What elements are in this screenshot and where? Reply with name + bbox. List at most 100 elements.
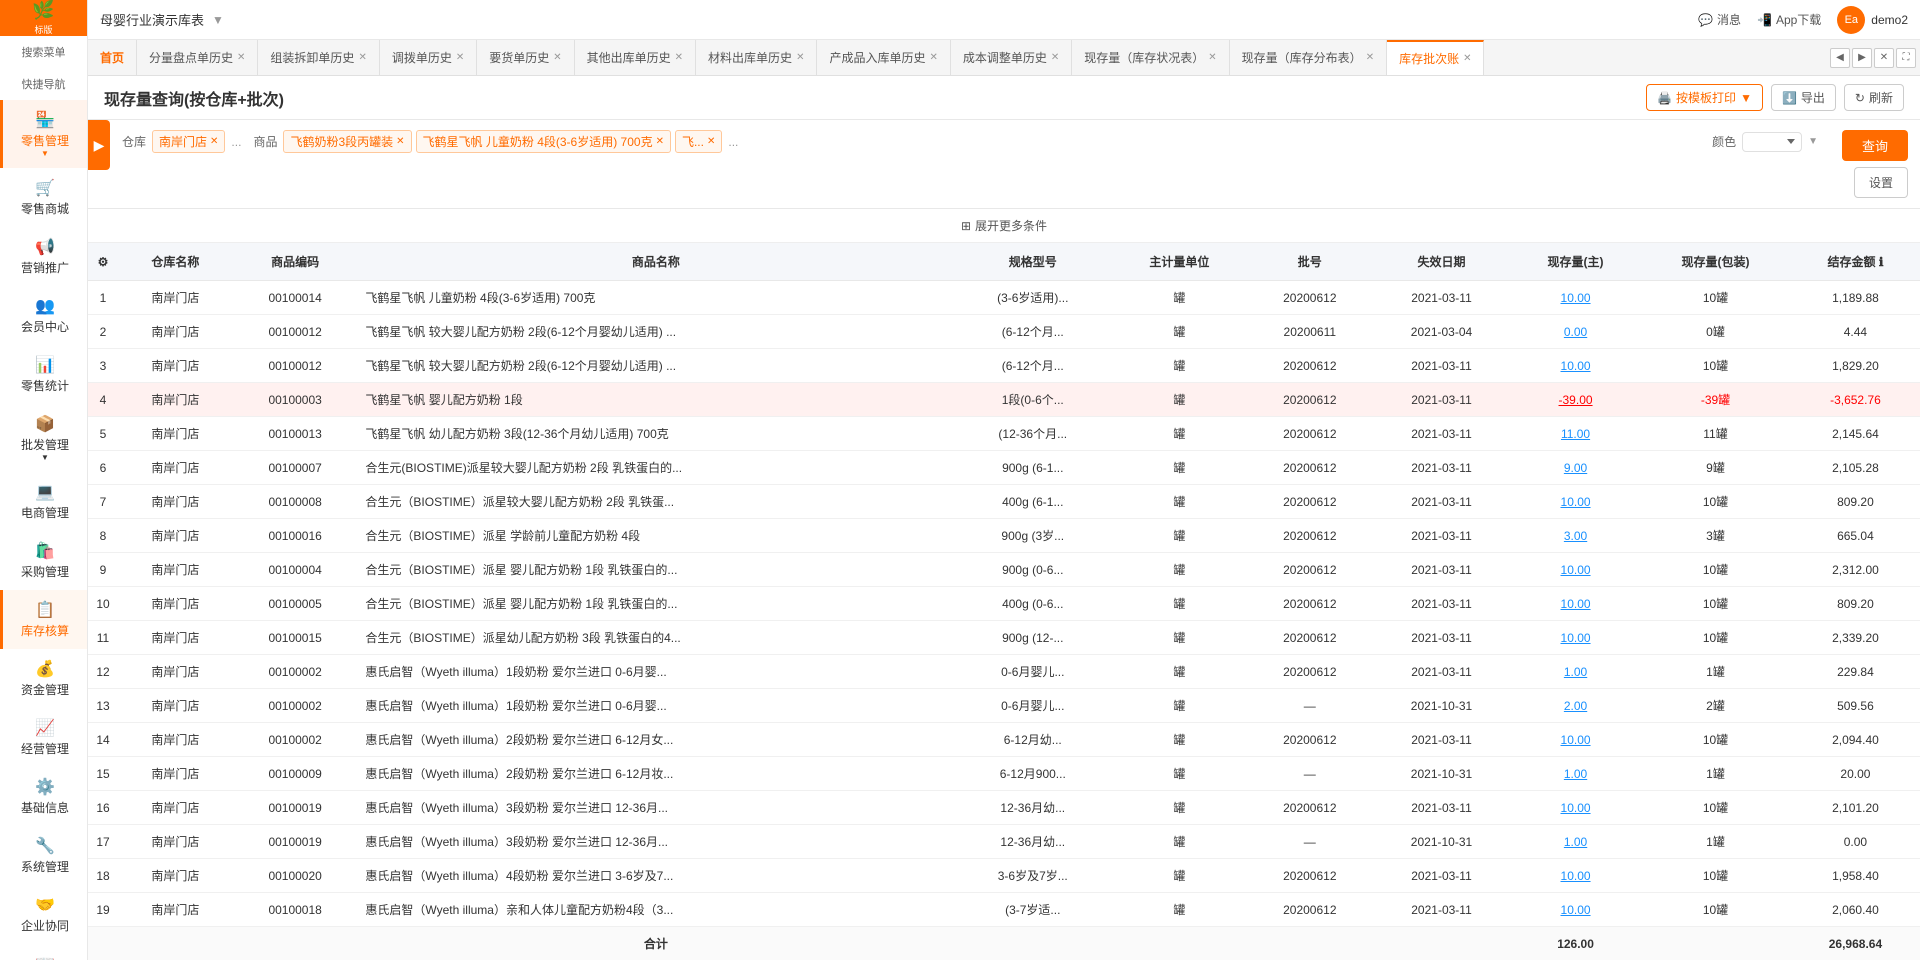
sidebar-item-guide[interactable]: 📖 新手引导 <box>0 944 88 960</box>
expand-more-btn[interactable]: ⊞ 展开更多条件 <box>953 213 1055 238</box>
tab-transfer[interactable]: 调拨单历史 ✕ <box>380 40 477 76</box>
product-tag-2[interactable]: 飞鹤星飞帆 儿童奶粉 4段(3-6岁适用) 700克 ✕ <box>416 130 671 153</box>
print-button[interactable]: 🖨️ 按模板打印 ▼ <box>1646 84 1763 111</box>
topbar-messages[interactable]: 💬 消息 <box>1698 11 1741 28</box>
tab-inventory-count-close[interactable]: ✕ <box>237 52 245 63</box>
tab-product-in[interactable]: 产成品入库单历史 ✕ <box>817 40 950 76</box>
cell-qty-main[interactable]: 3.00 <box>1511 519 1640 553</box>
tab-inventory-count[interactable]: 分量盘点单历史 ✕ <box>137 40 258 76</box>
tab-assemble-close[interactable]: ✕ <box>358 52 366 63</box>
filter-color: 颜色 ▼ <box>1712 132 1818 152</box>
tab-scroll-left[interactable]: ◀ <box>1830 48 1850 68</box>
cell-amount: 2,339.20 <box>1791 621 1920 655</box>
sidebar-item-stats[interactable]: 📊 零售统计 <box>0 345 88 404</box>
sidebar-item-finance[interactable]: 💰 资金管理 <box>0 649 88 708</box>
sidebar-item-ecommerce[interactable]: 💻 电商管理 <box>0 472 88 531</box>
tab-material-out-close[interactable]: ✕ <box>796 52 804 63</box>
product-tag-2-close[interactable]: ✕ <box>656 136 664 147</box>
sidebar-item-label-operation: 经营管理 <box>9 740 82 757</box>
cell-qty-main[interactable]: 10.00 <box>1511 587 1640 621</box>
cell-qty-main[interactable]: 10.00 <box>1511 349 1640 383</box>
tab-stock-status-close[interactable]: ✕ <box>1208 52 1216 63</box>
col-name: 商品名称 <box>357 243 954 281</box>
col-settings[interactable]: ⚙ <box>88 243 118 281</box>
cell-warehouse: 南岸门店 <box>118 655 233 689</box>
cell-amount: 229.84 <box>1791 655 1920 689</box>
product-tag-1[interactable]: 飞鹤奶粉3段丙罐装 ✕ <box>283 130 411 153</box>
cell-unit: 罐 <box>1111 451 1247 485</box>
sidebar-item-operation[interactable]: 📈 经营管理 <box>0 708 88 767</box>
tab-transfer-close[interactable]: ✕ <box>456 52 464 63</box>
sidebar-item-wholesale[interactable]: 📦 批发管理 ▼ <box>0 404 88 472</box>
sidebar-quicknav-item[interactable]: 快捷导航 <box>0 68 88 100</box>
refresh-button[interactable]: ↻ 刷新 <box>1844 84 1904 111</box>
sidebar-item-retail[interactable]: 🏪 零售管理 ▼ <box>0 100 88 168</box>
color-select[interactable] <box>1742 132 1802 152</box>
cell-qty-main[interactable]: 10.00 <box>1511 485 1640 519</box>
filter-expand-btn[interactable]: ▶ <box>88 120 110 170</box>
cell-qty-main[interactable]: 2.00 <box>1511 689 1640 723</box>
cell-qty-main[interactable]: 10.00 <box>1511 621 1640 655</box>
tab-other-out[interactable]: 其他出库单历史 ✕ <box>575 40 696 76</box>
sidebar-item-system[interactable]: 🔧 系统管理 <box>0 826 88 885</box>
tab-maximize[interactable]: ⛶ <box>1896 48 1916 68</box>
table-row: 11南岸门店00100015合生元（BIOSTIME）派星幼儿配方奶粉 3段 乳… <box>88 621 1920 655</box>
tab-stock-dist[interactable]: 现存量（库存分布表） ✕ <box>1230 40 1387 76</box>
tab-close-all[interactable]: ✕ <box>1874 48 1894 68</box>
tab-stock-status[interactable]: 现存量（库存状况表） ✕ <box>1072 40 1229 76</box>
tab-stock-dist-close[interactable]: ✕ <box>1366 52 1374 63</box>
warehouse-tag-close[interactable]: ✕ <box>210 136 218 147</box>
product-more[interactable]: ... <box>728 135 738 149</box>
topbar-app-download[interactable]: 📲 App下载 <box>1757 11 1821 28</box>
cell-expire: 2021-03-11 <box>1372 723 1511 757</box>
tab-cost-adj-close[interactable]: ✕ <box>1051 52 1059 63</box>
tab-other-out-close[interactable]: ✕ <box>675 52 683 63</box>
filter-warehouse: 仓库 南岸门店 ✕ ... <box>122 130 241 153</box>
tab-requisition-close[interactable]: ✕ <box>553 52 561 63</box>
cell-batch: — <box>1248 757 1373 791</box>
tab-batch-ledger[interactable]: 库存批次账 ✕ <box>1387 40 1484 76</box>
sidebar-item-purchase[interactable]: 🛍️ 采购管理 <box>0 531 88 590</box>
cell-qty-main[interactable]: 10.00 <box>1511 859 1640 893</box>
topbar-user[interactable]: Ea demo2 <box>1837 6 1908 34</box>
cell-qty-main[interactable]: 1.00 <box>1511 825 1640 859</box>
cell-qty-main[interactable]: 10.00 <box>1511 723 1640 757</box>
warehouse-tag-1[interactable]: 南岸门店 ✕ <box>152 130 225 153</box>
warehouse-more[interactable]: ... <box>231 135 241 149</box>
tab-cost-adj[interactable]: 成本调整单历史 ✕ <box>951 40 1072 76</box>
tab-transfer-label: 调拨单历史 <box>392 49 452 66</box>
sidebar-item-marketing[interactable]: 📢 营销推广 <box>0 227 88 286</box>
tab-assemble[interactable]: 组装拆卸单历史 ✕ <box>258 40 379 76</box>
cell-qty-main[interactable]: -39.00 <box>1511 383 1640 417</box>
cell-qty-main[interactable]: 10.00 <box>1511 791 1640 825</box>
sidebar-item-inventory[interactable]: 📋 库存核算 <box>0 590 88 649</box>
sidebar-search-item[interactable]: 搜索菜单 <box>0 36 88 68</box>
tab-requisition[interactable]: 要货单历史 ✕ <box>477 40 574 76</box>
cell-qty-main[interactable]: 1.00 <box>1511 655 1640 689</box>
cell-spec: (3-6岁适用)... <box>954 281 1111 315</box>
search-button[interactable]: 查询 <box>1842 130 1908 161</box>
tab-batch-ledger-label: 库存批次账 <box>1399 50 1459 67</box>
cell-qty-main[interactable]: 0.00 <box>1511 315 1640 349</box>
tab-home[interactable]: 首页 <box>88 40 137 76</box>
sidebar-item-basic[interactable]: ⚙️ 基础信息 <box>0 767 88 826</box>
cell-qty-main[interactable]: 10.00 <box>1511 893 1640 927</box>
cell-name: 惠氏启智（Wyeth illuma）4段奶粉 爱尔兰进口 3-6岁及7... <box>357 859 954 893</box>
export-button[interactable]: ⬇️ 导出 <box>1771 84 1836 111</box>
tab-batch-ledger-close[interactable]: ✕ <box>1463 53 1471 64</box>
settings-button[interactable]: 设置 <box>1854 167 1908 198</box>
product-tag-3-close[interactable]: ✕ <box>707 136 715 147</box>
tab-product-in-close[interactable]: ✕ <box>929 52 937 63</box>
cell-qty-main[interactable]: 9.00 <box>1511 451 1640 485</box>
tab-material-out[interactable]: 材料出库单历史 ✕ <box>696 40 817 76</box>
sidebar-item-enterprise[interactable]: 🤝 企业协同 <box>0 885 88 944</box>
product-tag-3[interactable]: 飞... ✕ <box>675 130 722 153</box>
cell-qty-main[interactable]: 10.00 <box>1511 281 1640 315</box>
sidebar-item-member[interactable]: 👥 会员中心 <box>0 286 88 345</box>
cell-qty-main[interactable]: 1.00 <box>1511 757 1640 791</box>
product-tag-1-close[interactable]: ✕ <box>396 136 404 147</box>
cell-qty-main[interactable]: 10.00 <box>1511 553 1640 587</box>
sidebar-item-shop[interactable]: 🛒 零售商城 <box>0 168 88 227</box>
tab-scroll-right[interactable]: ▶ <box>1852 48 1872 68</box>
cell-qty-main[interactable]: 11.00 <box>1511 417 1640 451</box>
